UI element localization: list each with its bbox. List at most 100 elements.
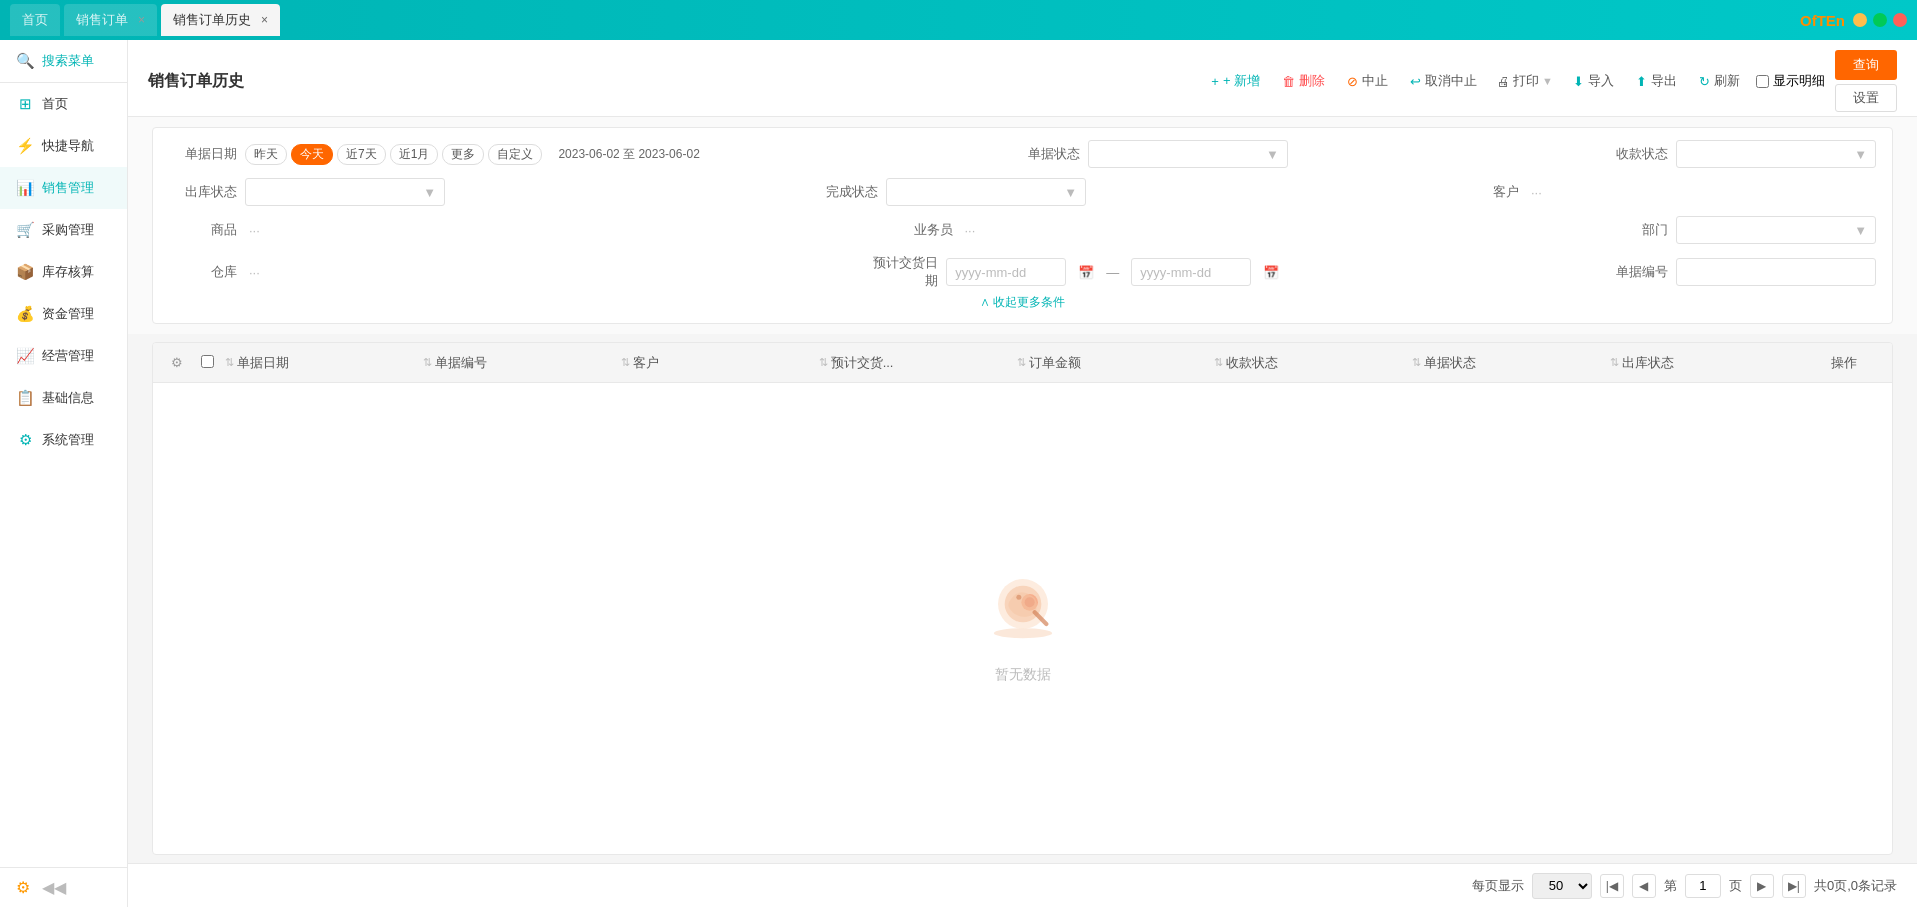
- doc-no-input[interactable]: [1676, 258, 1876, 286]
- page-number-input[interactable]: [1685, 874, 1721, 898]
- delete-label: 删除: [1299, 72, 1325, 90]
- import-button[interactable]: ⬇ 导入: [1563, 68, 1624, 94]
- select-all-checkbox[interactable]: [201, 355, 214, 368]
- th-doc-date[interactable]: ⇅ 单据日期: [221, 354, 419, 372]
- tab-sales-order-history[interactable]: 销售订单历史 ×: [161, 4, 280, 36]
- per-page-label: 每页显示: [1472, 877, 1524, 895]
- date-custom-btn[interactable]: 自定义: [488, 144, 542, 165]
- window-close-button[interactable]: [1893, 13, 1907, 27]
- date-1month-btn[interactable]: 近1月: [390, 144, 439, 165]
- date-calendar-to-icon[interactable]: 📅: [1263, 265, 1279, 280]
- doc-status-arrow-icon: ▼: [1266, 147, 1279, 162]
- th-doc-no-label: 单据编号: [435, 354, 487, 372]
- th-doc-date-label: 单据日期: [237, 354, 289, 372]
- window-maximize-button[interactable]: [1873, 13, 1887, 27]
- th-receipt-sort-icon: ⇅: [1214, 356, 1223, 369]
- th-out-status-label: 出库状态: [1622, 354, 1674, 372]
- sidebar-item-sales[interactable]: 📊 销售管理: [0, 167, 127, 209]
- page-prev-button[interactable]: ◀: [1632, 874, 1656, 898]
- sidebar-item-finance[interactable]: 💰 资金管理: [0, 293, 127, 335]
- table-settings-icon[interactable]: ⚙: [161, 355, 193, 370]
- page-title: 销售订单历史: [148, 71, 244, 92]
- sidebar-item-home[interactable]: ⊞ 首页: [0, 83, 127, 125]
- warehouse-dots[interactable]: ···: [245, 265, 264, 280]
- per-page-select[interactable]: 50 10 20 100: [1532, 873, 1592, 899]
- window-minimize-button[interactable]: [1853, 13, 1867, 27]
- page-last-button[interactable]: ▶|: [1782, 874, 1806, 898]
- sidebar-item-operations[interactable]: 📈 经营管理: [0, 335, 127, 377]
- show-detail-checkbox-wrap[interactable]: 显示明细: [1756, 72, 1825, 90]
- tab-sales-order-history-close[interactable]: ×: [261, 13, 268, 27]
- page-unit-label: 页: [1729, 877, 1742, 895]
- expected-date-to[interactable]: yyyy-mm-dd: [1131, 258, 1251, 286]
- sidebar-item-quick-nav[interactable]: ⚡ 快捷导航: [0, 125, 127, 167]
- doc-status-select[interactable]: ▼: [1088, 140, 1288, 168]
- tab-home[interactable]: 首页: [10, 4, 60, 36]
- table-select-all[interactable]: [193, 355, 221, 371]
- sidebar-item-base-info-label: 基础信息: [42, 389, 94, 407]
- th-order-amount[interactable]: ⇅ 订单金额: [1013, 354, 1211, 372]
- new-button[interactable]: + + 新增: [1201, 68, 1270, 94]
- th-customer[interactable]: ⇅ 客户: [617, 354, 815, 372]
- receipt-status-label: 收款状态: [1600, 145, 1668, 163]
- refresh-button[interactable]: ↻ 刷新: [1689, 68, 1750, 94]
- sidebar-item-base-info[interactable]: 📋 基础信息: [0, 377, 127, 419]
- date-more-btn[interactable]: 更多: [442, 144, 484, 165]
- page-next-button[interactable]: ▶: [1750, 874, 1774, 898]
- stop-label: 中止: [1362, 72, 1388, 90]
- tab-sales-order-label: 销售订单: [76, 11, 128, 29]
- expected-date-label: 预计交货日期: [870, 254, 938, 290]
- salesperson-dots[interactable]: ···: [961, 223, 980, 238]
- out-status-select[interactable]: ▼: [245, 178, 445, 206]
- dept-select[interactable]: ▼: [1676, 216, 1876, 244]
- receipt-status-arrow-icon: ▼: [1854, 147, 1867, 162]
- stop-button[interactable]: ⊘ 中止: [1337, 68, 1398, 94]
- header-section: 销售订单历史 + + 新增 🗑 删除 ⊘ 中止 ↩: [128, 40, 1917, 117]
- sidebar-item-inventory[interactable]: 📦 库存核算: [0, 251, 127, 293]
- th-doc-no-sort-icon: ⇅: [423, 356, 432, 369]
- settings-button[interactable]: 设置: [1835, 84, 1897, 112]
- date-yesterday-btn[interactable]: 昨天: [245, 144, 287, 165]
- sidebar-item-system[interactable]: ⚙ 系统管理: [0, 419, 127, 461]
- th-out-status[interactable]: ⇅ 出库状态: [1606, 354, 1804, 372]
- query-button[interactable]: 查询: [1835, 50, 1897, 80]
- customer-label: 客户: [1451, 183, 1519, 201]
- print-button[interactable]: 🖨 打印 ▼: [1489, 68, 1561, 94]
- export-button[interactable]: ⬆ 导出: [1626, 68, 1687, 94]
- export-label: 导出: [1651, 72, 1677, 90]
- date-today-btn[interactable]: 今天: [291, 144, 333, 165]
- collapse-bar[interactable]: ∧ 收起更多条件: [169, 294, 1876, 311]
- th-expected-delivery-label: 预计交货...: [831, 354, 894, 372]
- th-doc-no[interactable]: ⇅ 单据编号: [419, 354, 617, 372]
- sidebar-search[interactable]: 🔍 搜索菜单: [0, 40, 127, 83]
- show-detail-checkbox[interactable]: [1756, 75, 1769, 88]
- print-label: 打印: [1513, 72, 1539, 90]
- date-calendar-from-icon[interactable]: 📅: [1078, 265, 1094, 280]
- sidebar-item-operations-label: 经营管理: [42, 347, 94, 365]
- page-first-button[interactable]: |◀: [1600, 874, 1624, 898]
- receipt-status-select[interactable]: ▼: [1676, 140, 1876, 168]
- expected-date-from[interactable]: yyyy-mm-dd: [946, 258, 1066, 286]
- tab-sales-order[interactable]: 销售订单 ×: [64, 4, 157, 36]
- product-dots[interactable]: ···: [245, 223, 264, 238]
- finance-icon: 💰: [16, 305, 34, 323]
- cancel-stop-button[interactable]: ↩ 取消中止: [1400, 68, 1487, 94]
- sidebar-item-purchase[interactable]: 🛒 采购管理: [0, 209, 127, 251]
- refresh-icon: ↻: [1699, 74, 1710, 89]
- th-doc-status[interactable]: ⇅ 单据状态: [1408, 354, 1606, 372]
- sidebar-item-sales-label: 销售管理: [42, 179, 94, 197]
- import-icon: ⬇: [1573, 74, 1584, 89]
- tab-sales-order-close[interactable]: ×: [138, 13, 145, 27]
- settings-bottom-icon[interactable]: ⚙: [16, 878, 30, 897]
- th-expected-delivery[interactable]: ⇅ 预计交货...: [815, 354, 1013, 372]
- customer-dots[interactable]: ···: [1527, 185, 1546, 200]
- purchase-icon: 🛒: [16, 221, 34, 239]
- home-icon: ⊞: [16, 95, 34, 113]
- complete-status-label: 完成状态: [810, 183, 878, 201]
- date-7days-btn[interactable]: 近7天: [337, 144, 386, 165]
- complete-status-select[interactable]: ▼: [886, 178, 1086, 206]
- delete-button[interactable]: 🗑 删除: [1272, 68, 1335, 94]
- collapse-sidebar-icon[interactable]: ◀◀: [42, 878, 66, 897]
- print-icon: 🖨: [1497, 74, 1510, 89]
- th-receipt-status[interactable]: ⇅ 收款状态: [1210, 354, 1408, 372]
